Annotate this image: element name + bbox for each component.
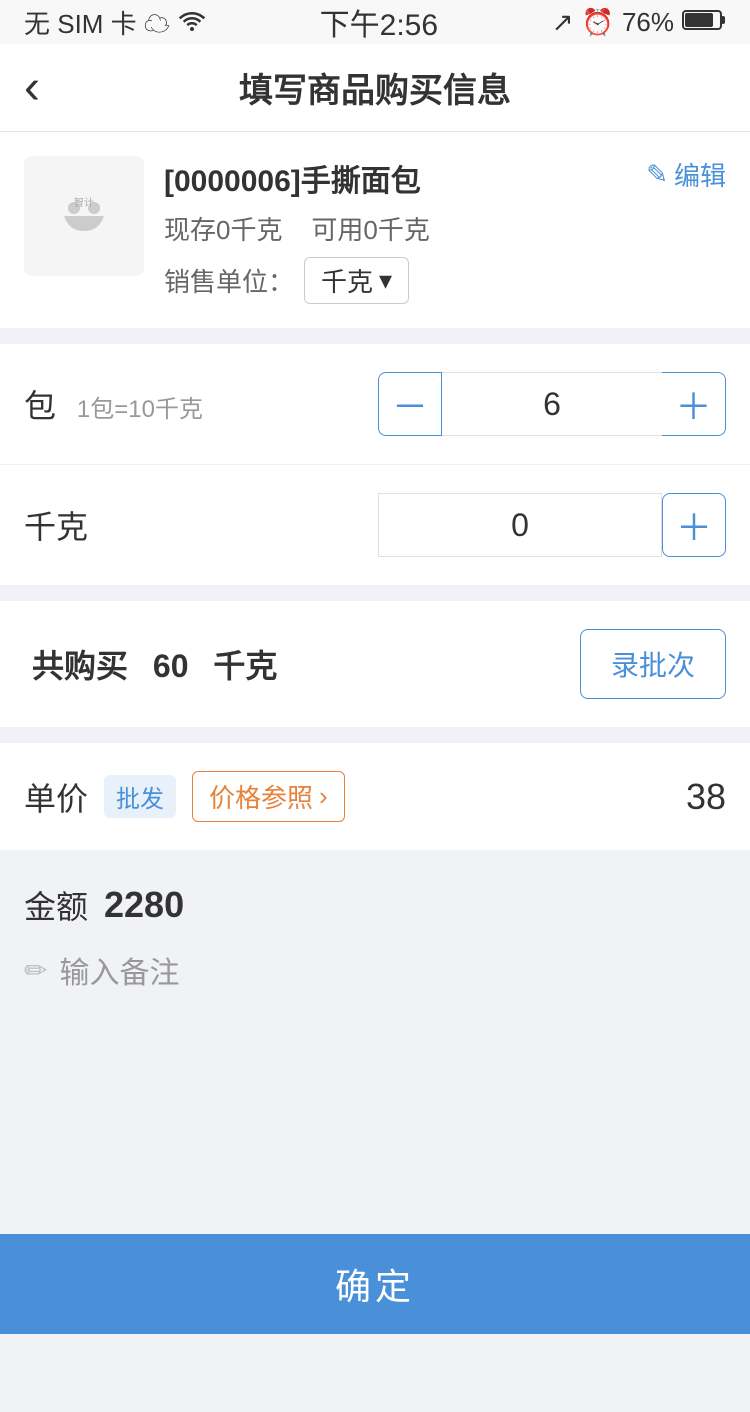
kilogram-plus-icon: ＋ <box>676 499 712 551</box>
chevron-right-icon: › <box>319 781 328 812</box>
product-card: 智计 [0000006]手撕面包 现存0千克 可用0千克 销售单位： 千克 ▾ … <box>0 132 750 328</box>
package-qty-row: 包 1包=10千克 － ＋ <box>0 344 750 465</box>
package-label: 包 1包=10千克 <box>24 381 378 427</box>
product-stock: 现存0千克 可用0千克 <box>164 210 726 247</box>
unit-select[interactable]: 千克 ▾ <box>304 257 409 304</box>
nav-bar: ‹ 填写商品购买信息 <box>0 44 750 132</box>
status-left: 无 SIM 卡 ☁ <box>24 4 206 41</box>
page-title: 填写商品购买信息 <box>239 63 511 112</box>
product-thumbnail: 智计 <box>24 156 144 276</box>
price-ref-button[interactable]: 价格参照 › <box>192 771 345 822</box>
summary-row: 共购买 60 千克 录批次 <box>0 601 750 727</box>
price-type-tag: 批发 <box>104 775 176 818</box>
minus-icon: － <box>392 378 428 430</box>
package-increment-button[interactable]: ＋ <box>662 372 726 436</box>
price-section: 单价 批发 价格参照 › 38 <box>0 743 750 850</box>
remark-row[interactable]: ✏ 输入备注 <box>24 948 726 1012</box>
bottom-spacer <box>0 1012 750 1412</box>
remark-placeholder: 输入备注 <box>59 948 179 992</box>
status-time: 下午2:56 <box>320 0 438 44</box>
kilogram-qty-controls: ＋ <box>378 493 726 557</box>
kilogram-qty-row: 千克 ＋ <box>0 465 750 585</box>
pencil-icon: ✏ <box>24 954 47 987</box>
price-label: 单价 <box>24 774 88 820</box>
edit-icon: ✎ <box>646 159 668 190</box>
wifi-icon <box>178 7 206 38</box>
battery-icon <box>682 7 726 38</box>
kilogram-qty-input[interactable] <box>378 493 662 557</box>
plus-icon: ＋ <box>675 378 711 430</box>
alarm-icon: ⏰ <box>582 7 614 38</box>
kilogram-label: 千克 <box>24 502 378 548</box>
dropdown-arrow-icon: ▾ <box>379 265 392 296</box>
product-unit-row: 销售单位： 千克 ▾ <box>164 257 726 304</box>
package-decrement-button[interactable]: － <box>378 372 442 436</box>
package-qty-input[interactable] <box>442 372 662 436</box>
status-right: ↗ ⏰ 76% <box>552 7 726 38</box>
svg-text:智计: 智计 <box>74 196 94 209</box>
price-value: 38 <box>686 776 726 818</box>
price-row: 单价 批发 价格参照 › 38 <box>24 771 726 822</box>
location-icon: ↗ <box>552 7 574 38</box>
amount-row: 金额 2280 <box>24 882 726 928</box>
product-info: [0000006]手撕面包 现存0千克 可用0千克 销售单位： 千克 ▾ <box>164 156 726 304</box>
summary-text: 共购买 60 千克 <box>24 641 285 687</box>
back-icon: ‹ <box>24 60 40 115</box>
batch-button[interactable]: 录批次 <box>580 629 726 699</box>
sim-status: 无 SIM 卡 ☁ <box>24 4 170 41</box>
kilogram-increment-button[interactable]: ＋ <box>662 493 726 557</box>
amount-value: 2280 <box>104 884 184 926</box>
edit-button[interactable]: ✎ 编辑 <box>646 156 726 193</box>
battery-percent: 76% <box>622 7 674 38</box>
back-button[interactable]: ‹ <box>24 60 40 115</box>
amount-label: 金额 <box>24 882 88 928</box>
amount-section: 金额 2280 ✏ 输入备注 <box>0 854 750 1012</box>
quantity-section: 包 1包=10千克 － ＋ 千克 ＋ <box>0 344 750 585</box>
price-left: 单价 批发 价格参照 › <box>24 771 345 822</box>
product-name: [0000006]手撕面包 <box>164 156 726 200</box>
package-hint: 1包=10千克 <box>77 396 203 423</box>
confirm-bar[interactable]: 确定 <box>0 1234 750 1334</box>
confirm-label: 确定 <box>335 1258 415 1310</box>
status-bar: 无 SIM 卡 ☁ 下午2:56 ↗ ⏰ 76% <box>0 0 750 44</box>
package-qty-controls: － ＋ <box>378 372 726 436</box>
